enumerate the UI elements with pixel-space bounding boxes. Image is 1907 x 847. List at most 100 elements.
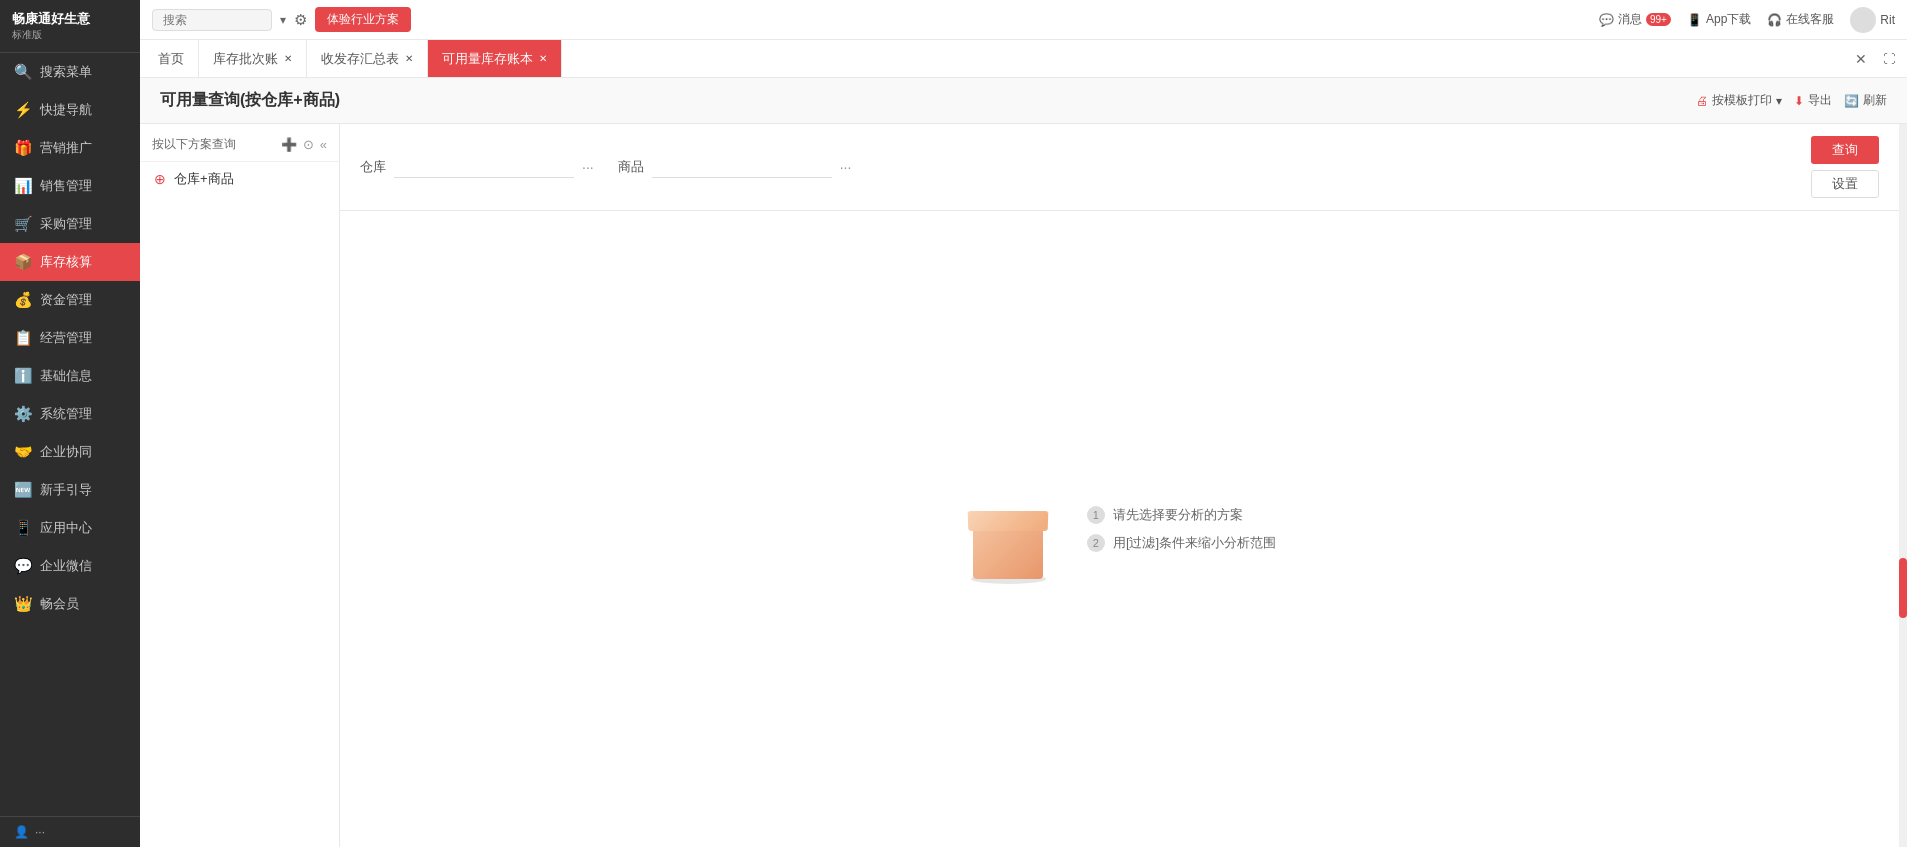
sidebar-item-label: 企业协同 — [40, 443, 92, 461]
tab-expand[interactable]: ⛶ — [1879, 49, 1899, 69]
management-icon: 📋 — [14, 329, 32, 347]
print-label: 按模板打印 — [1712, 92, 1772, 109]
topbar-gear-icon[interactable]: ⚙ — [294, 11, 307, 29]
tab-available-qty-label: 可用量库存账本 — [442, 50, 533, 68]
sidebar-item-label: 资金管理 — [40, 291, 92, 309]
tab-available-qty-close[interactable]: ✕ — [539, 53, 547, 64]
basic-info-icon: ℹ️ — [14, 367, 32, 385]
refresh-btn[interactable]: 🔄 刷新 — [1844, 92, 1887, 109]
empty-hint-2: 2 用[过滤]条件来缩小分析范围 — [1087, 534, 1276, 552]
page-title: 可用量查询(按仓库+商品) — [160, 90, 340, 111]
tabs-bar: 首页 库存批次账 ✕ 收发存汇总表 ✕ 可用量库存账本 ✕ ✕ ⛶ — [140, 40, 1907, 78]
sidebar-item-apps[interactable]: 📱 应用中心 — [0, 509, 140, 547]
sidebar-item-label: 搜索菜单 — [40, 63, 92, 81]
user-name: Rit — [1880, 13, 1895, 27]
tab-inventory-batch-close[interactable]: ✕ — [284, 53, 292, 64]
apps-icon: 📱 — [14, 519, 32, 537]
settings-btn[interactable]: 设置 — [1811, 170, 1879, 198]
sidebar-item-system[interactable]: ⚙️ 系统管理 — [0, 395, 140, 433]
user-info[interactable]: Rit — [1850, 7, 1895, 33]
filter-header-icons: ➕ ⊙ « — [281, 137, 327, 152]
sidebar-item-label: 快捷导航 — [40, 101, 92, 119]
sales-icon: 📊 — [14, 177, 32, 195]
sidebar-item-wechat[interactable]: 💬 企业微信 — [0, 547, 140, 585]
tab-inventory-batch[interactable]: 库存批次账 ✕ — [199, 40, 307, 77]
query-actions: 查询 设置 — [1811, 136, 1879, 198]
system-icon: ⚙️ — [14, 405, 32, 423]
online-support-label: 在线客服 — [1786, 11, 1834, 28]
messages-label: 消息 — [1618, 11, 1642, 28]
tab-available-qty[interactable]: 可用量库存账本 ✕ — [428, 40, 562, 77]
sidebar-item-label: 库存核算 — [40, 253, 92, 271]
newbie-icon: 🆕 — [14, 481, 32, 499]
page-header-actions: 🖨 按模板打印 ▾ ⬇ 导出 🔄 刷新 — [1696, 92, 1887, 109]
sidebar-item-label: 畅会员 — [40, 595, 79, 613]
online-support-btn[interactable]: 🎧 在线客服 — [1767, 11, 1834, 28]
sidebar-item-search[interactable]: 🔍 搜索菜单 — [0, 53, 140, 91]
topbar-search-input[interactable] — [152, 9, 272, 31]
topbar-dropdown-icon[interactable]: ▾ — [280, 13, 286, 27]
wechat-icon: 💬 — [14, 557, 32, 575]
query-btn[interactable]: 查询 — [1811, 136, 1879, 164]
print-btn[interactable]: 🖨 按模板打印 ▾ — [1696, 92, 1782, 109]
empty-illustration — [963, 479, 1063, 579]
app-download-icon: 📱 — [1687, 13, 1702, 27]
right-scrollbar[interactable] — [1899, 124, 1907, 847]
refresh-icon: 🔄 — [1844, 94, 1859, 108]
export-btn[interactable]: ⬇ 导出 — [1794, 92, 1832, 109]
sidebar-item-inventory[interactable]: 📦 库存核算 — [0, 243, 140, 281]
topbar-right: 💬 消息 99+ 📱 App下载 🎧 在线客服 Rit — [1599, 7, 1895, 33]
tab-window-close[interactable]: ✕ — [1851, 49, 1871, 69]
warehouse-field: 仓库 ··· — [360, 156, 594, 178]
query-panel: 仓库 ··· 商品 ··· 查询 设置 — [340, 124, 1899, 847]
hint-num-1: 1 — [1087, 506, 1105, 524]
sidebar-item-sales[interactable]: 📊 销售管理 — [0, 167, 140, 205]
sidebar: 畅康通好生意 标准版 🔍 搜索菜单 ⚡ 快捷导航 🎁 营销推广 📊 销售管理 🛒… — [0, 0, 140, 847]
sidebar-item-shortcut[interactable]: ⚡ 快捷导航 — [0, 91, 140, 129]
sidebar-item-member[interactable]: 👑 畅会员 — [0, 585, 140, 623]
sidebar-item-management[interactable]: 📋 经营管理 — [0, 319, 140, 357]
sidebar-bottom: 👤 ··· — [0, 816, 140, 847]
app-version: 标准版 — [12, 28, 128, 42]
filter-settings-icon[interactable]: ⊙ — [303, 137, 314, 152]
warehouse-input[interactable] — [394, 156, 574, 178]
member-icon: 👑 — [14, 595, 32, 613]
sidebar-nav: 🔍 搜索菜单 ⚡ 快捷导航 🎁 营销推广 📊 销售管理 🛒 采购管理 📦 库存核… — [0, 53, 140, 816]
tabs-right-actions: ✕ ⛶ — [1851, 49, 1907, 69]
box-body — [973, 524, 1043, 579]
goods-input[interactable] — [652, 156, 832, 178]
export-label: 导出 — [1808, 92, 1832, 109]
sidebar-item-label: 经营管理 — [40, 329, 92, 347]
hint-num-2: 2 — [1087, 534, 1105, 552]
filter-item-icon: ⊕ — [154, 171, 166, 187]
hint-text-2: 用[过滤]条件来缩小分析范围 — [1113, 534, 1276, 552]
main-area: ▾ ⚙ 体验行业方案 💬 消息 99+ 📱 App下载 🎧 在线客服 Rit — [140, 0, 1907, 847]
messages-badge: 99+ — [1646, 13, 1671, 26]
content-area: 按以下方案查询 ➕ ⊙ « ⊕ 仓库+商品 仓库 ··· — [140, 124, 1907, 847]
sidebar-item-label: 采购管理 — [40, 215, 92, 233]
sidebar-item-cooperation[interactable]: 🤝 企业协同 — [0, 433, 140, 471]
tab-stock-summary-close[interactable]: ✕ — [405, 53, 413, 64]
messages-btn[interactable]: 💬 消息 99+ — [1599, 11, 1671, 28]
sidebar-item-newbie[interactable]: 🆕 新手引导 — [0, 471, 140, 509]
avatar — [1850, 7, 1876, 33]
filter-warehouse-goods[interactable]: ⊕ 仓库+商品 — [140, 162, 339, 196]
tab-home[interactable]: 首页 — [144, 40, 199, 77]
tab-stock-summary[interactable]: 收发存汇总表 ✕ — [307, 40, 428, 77]
sidebar-item-label: 应用中心 — [40, 519, 92, 537]
sidebar-bottom-icon: 👤 — [14, 825, 29, 839]
app-download-label: App下载 — [1706, 11, 1751, 28]
filter-add-icon[interactable]: ➕ — [281, 137, 297, 152]
search-menu-icon: 🔍 — [14, 63, 32, 81]
sidebar-item-purchase[interactable]: 🛒 采购管理 — [0, 205, 140, 243]
sidebar-item-marketing[interactable]: 🎁 营销推广 — [0, 129, 140, 167]
sidebar-item-basic-info[interactable]: ℹ️ 基础信息 — [0, 357, 140, 395]
industry-btn[interactable]: 体验行业方案 — [315, 7, 411, 32]
filter-collapse-icon[interactable]: « — [320, 137, 327, 152]
empty-hint-1: 1 请先选择要分析的方案 — [1087, 506, 1276, 524]
sidebar-item-finance[interactable]: 💰 资金管理 — [0, 281, 140, 319]
app-download-btn[interactable]: 📱 App下载 — [1687, 11, 1751, 28]
inventory-icon: 📦 — [14, 253, 32, 271]
goods-dots[interactable]: ··· — [840, 159, 852, 175]
warehouse-dots[interactable]: ··· — [582, 159, 594, 175]
